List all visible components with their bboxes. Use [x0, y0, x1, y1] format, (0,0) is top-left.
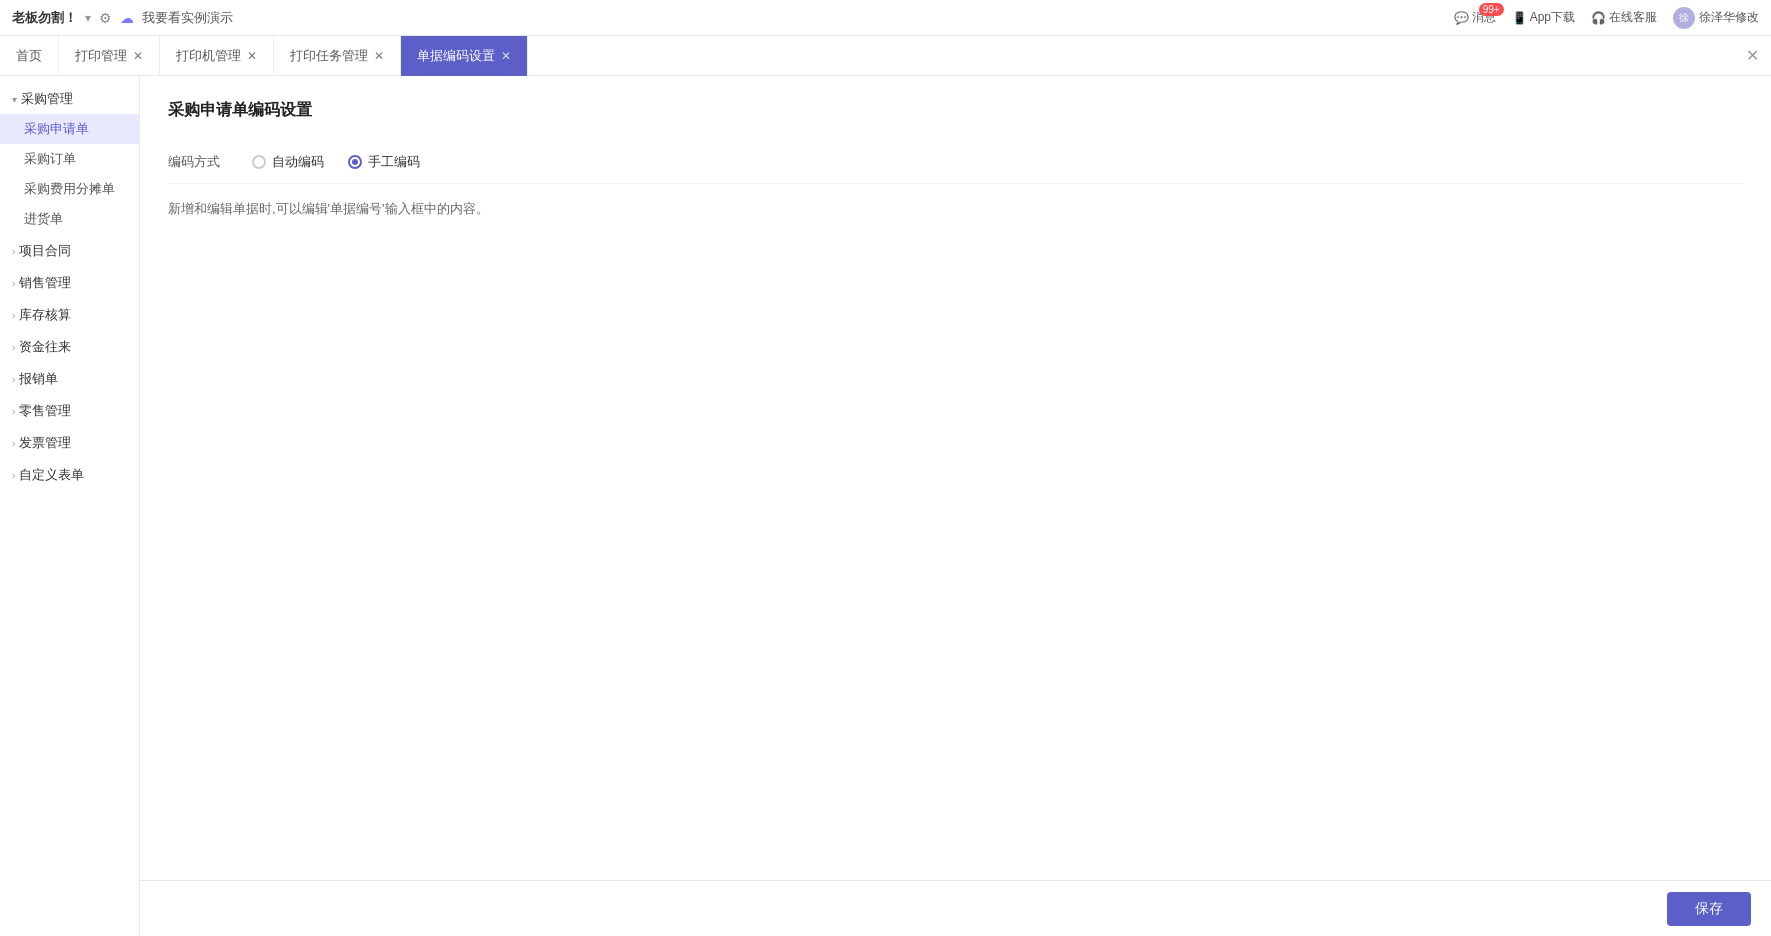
- sidebar-group-sales: › 销售管理: [0, 268, 139, 298]
- description-text: 新增和编辑单据时,可以编辑'单据编号'输入框中的内容。: [168, 200, 1743, 218]
- user-name: 徐泽华修改: [1699, 9, 1759, 26]
- sidebar-group-invoice-title[interactable]: › 发票管理: [0, 428, 139, 458]
- tab-print-mgmt-label: 打印管理: [75, 47, 127, 65]
- tab-print-mgmt[interactable]: 打印管理 ✕: [59, 36, 160, 76]
- sidebar-group-project-title[interactable]: › 项目合同: [0, 236, 139, 266]
- sidebar-group-inventory: › 库存核算: [0, 300, 139, 330]
- sidebar-item-purchase-request[interactable]: 采购申请单: [0, 114, 139, 144]
- sidebar: ▾ 采购管理 采购申请单 采购订单 采购费用分摊单 进货单 › 项目合同: [0, 76, 140, 936]
- page-title: 采购申请单编码设置: [168, 100, 1743, 121]
- chevron-right-icon: ›: [12, 342, 15, 353]
- sidebar-group-return: › 报销单: [0, 364, 139, 394]
- sidebar-group-custom-title[interactable]: › 自定义表单: [0, 460, 139, 490]
- content-area: 采购申请单编码设置 编码方式 自动编码 手工编码 新增和编辑单据时,可以编辑'单…: [140, 76, 1771, 880]
- sidebar-group-retail-title[interactable]: › 零售管理: [0, 396, 139, 426]
- user-profile[interactable]: 徐 徐泽华修改: [1673, 7, 1759, 29]
- sidebar-item-purchase-expense[interactable]: 采购费用分摊单: [0, 174, 139, 204]
- sidebar-group-return-title[interactable]: › 报销单: [0, 364, 139, 394]
- message-icon: 💬: [1454, 11, 1469, 25]
- radio-manual-circle[interactable]: [348, 155, 362, 169]
- encoding-row: 编码方式 自动编码 手工编码: [168, 141, 1743, 184]
- service-icon: 🎧: [1591, 11, 1606, 25]
- tab-home[interactable]: 首页: [0, 36, 59, 76]
- chevron-right-icon: ›: [12, 406, 15, 417]
- online-service-button[interactable]: 🎧 在线客服: [1591, 9, 1657, 26]
- tab-print-task[interactable]: 打印任务管理 ✕: [274, 36, 401, 76]
- sidebar-item-stock-in[interactable]: 进货单: [0, 204, 139, 234]
- service-label: 在线客服: [1609, 9, 1657, 26]
- radio-auto-circle[interactable]: [252, 155, 266, 169]
- radio-group: 自动编码 手工编码: [252, 153, 420, 171]
- chevron-down-icon: ▾: [12, 94, 17, 105]
- close-all-button[interactable]: ✕: [1734, 46, 1771, 65]
- chevron-right-icon: ›: [12, 374, 15, 385]
- dropdown-arrow-icon[interactable]: ▾: [85, 11, 91, 25]
- sidebar-group-invoice: › 发票管理: [0, 428, 139, 458]
- sidebar-group-fund: › 资金往来: [0, 332, 139, 362]
- radio-auto-label: 自动编码: [272, 153, 324, 171]
- top-bar-logo: 老板勿割！: [12, 9, 77, 27]
- app-label: App下载: [1530, 9, 1575, 26]
- main-layout: ▾ 采购管理 采购申请单 采购订单 采购费用分摊单 进货单 › 项目合同: [0, 76, 1771, 936]
- top-bar-left: 老板勿割！ ▾ ⚙ ☁ 我要看实例演示: [12, 9, 233, 27]
- tab-doc-code-label: 单据编码设置: [417, 47, 495, 65]
- app-icon: 📱: [1512, 11, 1527, 25]
- tab-printer-mgmt-close[interactable]: ✕: [247, 49, 257, 63]
- demo-icon: ☁: [120, 10, 134, 26]
- tab-printer-mgmt-label: 打印机管理: [176, 47, 241, 65]
- chevron-right-icon: ›: [12, 310, 15, 321]
- chevron-right-icon: ›: [12, 278, 15, 289]
- sidebar-group-sales-title[interactable]: › 销售管理: [0, 268, 139, 298]
- chevron-right-icon: ›: [12, 246, 15, 257]
- sidebar-group-purchase-label: 采购管理: [21, 90, 73, 108]
- chevron-right-icon: ›: [12, 438, 15, 449]
- tab-print-task-label: 打印任务管理: [290, 47, 368, 65]
- tab-doc-code[interactable]: 单据编码设置 ✕: [401, 36, 528, 76]
- encoding-label: 编码方式: [168, 153, 220, 171]
- sidebar-group-custom: › 自定义表单: [0, 460, 139, 490]
- demo-text[interactable]: 我要看实例演示: [142, 9, 233, 27]
- main-content: 采购申请单编码设置 编码方式 自动编码 手工编码 新增和编辑单据时,可以编辑'单…: [140, 76, 1771, 936]
- sidebar-item-purchase-order[interactable]: 采购订单: [0, 144, 139, 174]
- sidebar-group-retail: › 零售管理: [0, 396, 139, 426]
- app-download-button[interactable]: 📱 App下载: [1512, 9, 1575, 26]
- tab-home-label: 首页: [16, 47, 42, 65]
- gear-icon[interactable]: ⚙: [99, 10, 112, 26]
- sidebar-group-fund-title[interactable]: › 资金往来: [0, 332, 139, 362]
- save-button[interactable]: 保存: [1667, 892, 1751, 926]
- tabs-bar: 首页 打印管理 ✕ 打印机管理 ✕ 打印任务管理 ✕ 单据编码设置 ✕ ✕: [0, 36, 1771, 76]
- chevron-right-icon: ›: [12, 470, 15, 481]
- tab-doc-code-close[interactable]: ✕: [501, 49, 511, 63]
- radio-auto[interactable]: 自动编码: [252, 153, 324, 171]
- footer-bar: 保存: [140, 880, 1771, 936]
- avatar: 徐: [1673, 7, 1695, 29]
- tab-print-mgmt-close[interactable]: ✕: [133, 49, 143, 63]
- sidebar-group-inventory-title[interactable]: › 库存核算: [0, 300, 139, 330]
- tab-print-task-close[interactable]: ✕: [374, 49, 384, 63]
- sidebar-group-project: › 项目合同: [0, 236, 139, 266]
- message-button[interactable]: 💬 消息 99+: [1454, 9, 1496, 26]
- radio-manual-label: 手工编码: [368, 153, 420, 171]
- message-badge: 99+: [1479, 3, 1504, 16]
- top-bar: 老板勿割！ ▾ ⚙ ☁ 我要看实例演示 💬 消息 99+ 📱 App下载 🎧 在…: [0, 0, 1771, 36]
- top-bar-right: 💬 消息 99+ 📱 App下载 🎧 在线客服 徐 徐泽华修改: [1454, 7, 1759, 29]
- tab-printer-mgmt[interactable]: 打印机管理 ✕: [160, 36, 274, 76]
- sidebar-group-purchase: ▾ 采购管理 采购申请单 采购订单 采购费用分摊单 进货单: [0, 84, 139, 234]
- sidebar-group-purchase-title[interactable]: ▾ 采购管理: [0, 84, 139, 114]
- radio-manual[interactable]: 手工编码: [348, 153, 420, 171]
